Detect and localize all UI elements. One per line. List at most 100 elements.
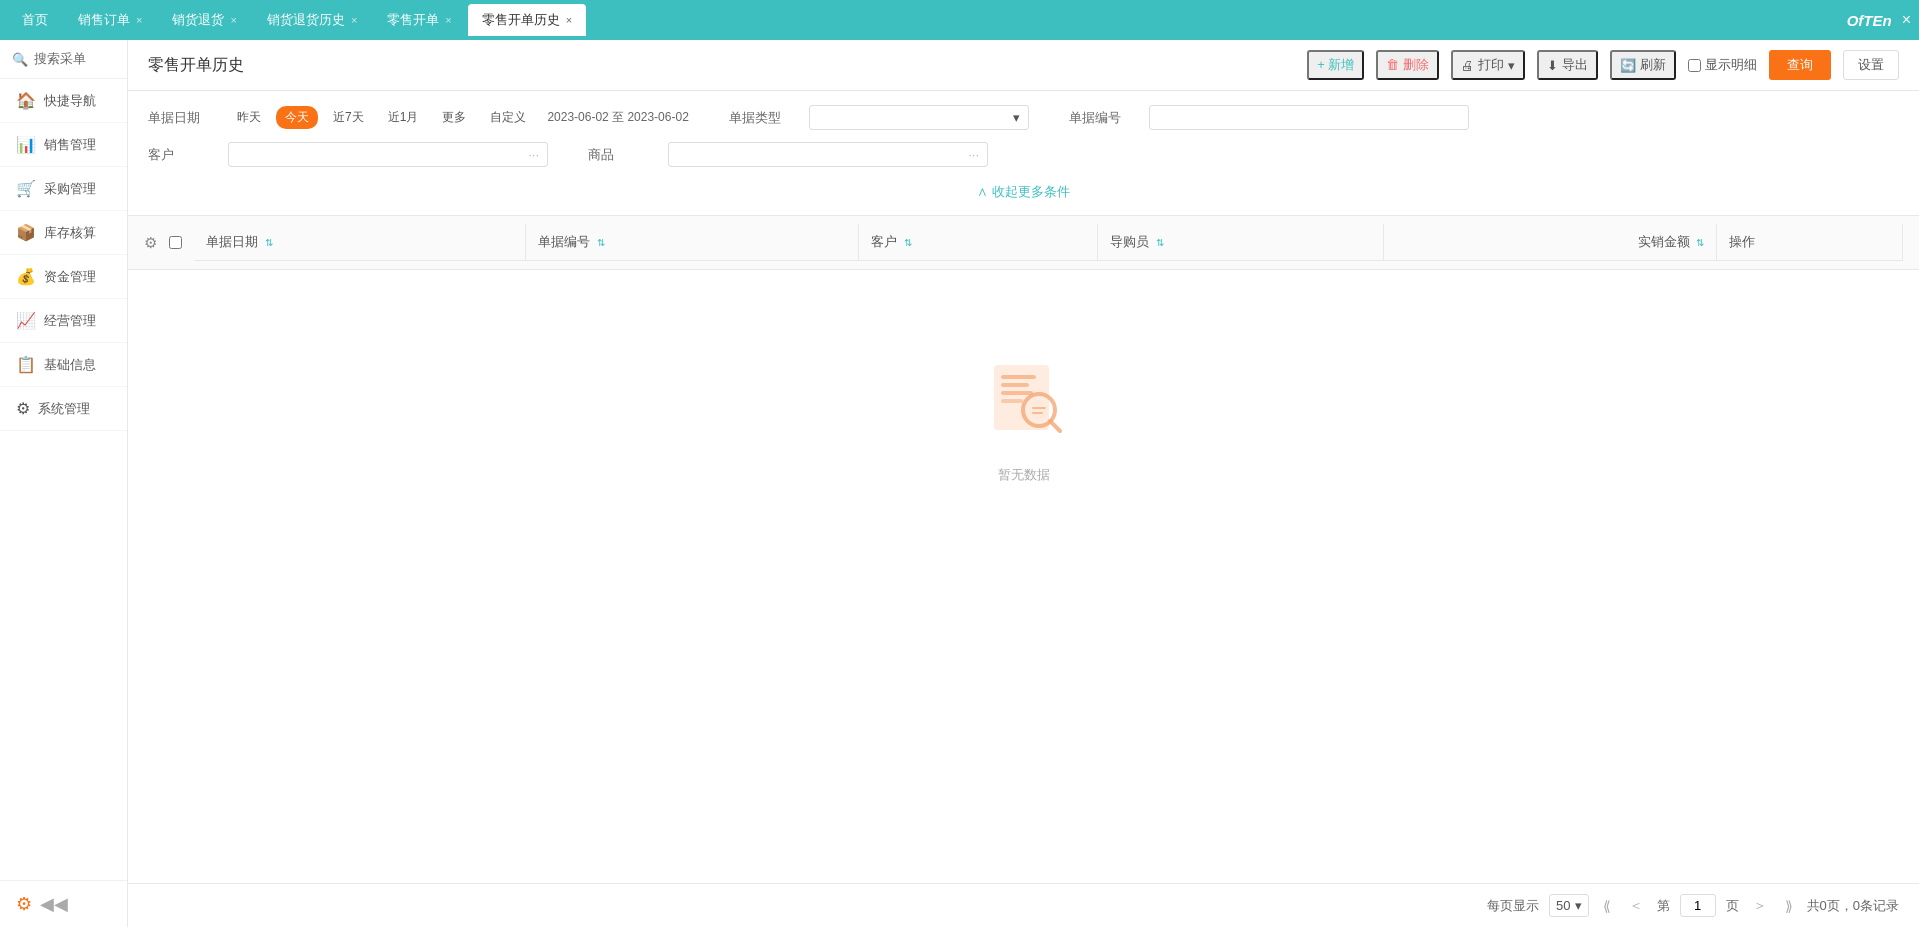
- per-page-dropdown-icon: ▾: [1575, 898, 1582, 913]
- tab-retail-history[interactable]: 零售开单历史 ×: [468, 4, 586, 36]
- export-button[interactable]: ⬇ 导出: [1537, 50, 1598, 80]
- empty-illustration: [974, 350, 1074, 450]
- tab-sales-return-history[interactable]: 销货退货历史 ×: [253, 4, 371, 36]
- toolbar: + 新增 🗑 删除 🖨 打印 ▾ ⬇ 导出 🔄 刷新 显示明细: [1307, 50, 1899, 80]
- customer-input[interactable]: ···: [228, 142, 548, 167]
- th-guide-sort-icon[interactable]: ⇅: [1156, 237, 1164, 248]
- svg-rect-2: [1001, 383, 1029, 387]
- date-btn-more[interactable]: 更多: [433, 106, 475, 129]
- sidebar-item-quick-nav[interactable]: 🏠 快捷导航: [0, 79, 127, 123]
- add-button[interactable]: + 新增: [1307, 50, 1364, 80]
- type-dropdown[interactable]: ▾: [809, 105, 1029, 130]
- th-customer-sort-icon[interactable]: ⇅: [904, 237, 912, 248]
- th-amount: 实销金额 ⇅: [1384, 224, 1717, 261]
- sidebar-item-sales[interactable]: 📊 销售管理: [0, 123, 127, 167]
- display-detail-input[interactable]: [1688, 59, 1701, 72]
- tab-retail-order-close[interactable]: ×: [445, 14, 451, 26]
- svg-rect-3: [1001, 391, 1033, 395]
- top-nav-bar: 首页 销售订单 × 销货退货 × 销货退货历史 × 零售开单 × 零售开单历史 …: [0, 0, 1919, 40]
- goods-input[interactable]: ···: [668, 142, 988, 167]
- query-button[interactable]: 查询: [1769, 50, 1831, 80]
- current-page-input[interactable]: [1680, 894, 1716, 917]
- print-button[interactable]: 🖨 打印 ▾: [1451, 50, 1525, 80]
- table-settings-icon[interactable]: ⚙: [144, 234, 157, 252]
- select-all-checkbox[interactable]: [169, 236, 182, 249]
- tab-retail-order[interactable]: 零售开单 ×: [373, 4, 465, 36]
- pagination-bar: 每页显示 50 ▾ ⟪ ＜ 第 页 ＞ ⟫ 共0页，0条记录: [128, 883, 1919, 927]
- settings-button[interactable]: 设置: [1843, 50, 1899, 80]
- empty-state: 暂无数据: [128, 270, 1919, 564]
- th-date: 单据日期 ⇅: [194, 224, 526, 261]
- print-label: 打印: [1478, 56, 1504, 74]
- page-prev-btn[interactable]: ＜: [1625, 895, 1647, 917]
- search-icon: 🔍: [12, 52, 28, 67]
- tab-sales-return-close[interactable]: ×: [230, 14, 236, 26]
- sidebar-item-purchase[interactable]: 🛒 采购管理: [0, 167, 127, 211]
- tab-sales-order-close[interactable]: ×: [136, 14, 142, 26]
- sidebar-item-basic-info-label: 基础信息: [44, 356, 96, 374]
- th-date-label: 单据日期: [206, 234, 258, 249]
- per-page-select[interactable]: 50 ▾: [1549, 894, 1588, 917]
- th-date-sort-icon[interactable]: ⇅: [265, 237, 273, 248]
- tab-retail-history-label: 零售开单历史: [482, 11, 560, 29]
- page-next-btn[interactable]: ＞: [1749, 895, 1771, 917]
- page-first-btn[interactable]: ⟪: [1599, 896, 1615, 916]
- table-header-bar: ⚙ 单据日期 ⇅ 单据编号 ⇅: [128, 216, 1919, 270]
- sidebar-item-system-label: 系统管理: [38, 400, 90, 418]
- sidebar-gear-icon[interactable]: ⚙: [16, 893, 32, 915]
- tab-sales-return-history-label: 销货退货历史: [267, 11, 345, 29]
- sidebar-item-basic-info[interactable]: 📋 基础信息: [0, 343, 127, 387]
- sidebar-item-system[interactable]: ⚙ 系统管理: [0, 387, 127, 431]
- th-action: 操作: [1717, 224, 1903, 261]
- sidebar-item-inventory[interactable]: 📦 库存核算: [0, 211, 127, 255]
- tab-retail-history-close[interactable]: ×: [566, 14, 572, 26]
- date-range-display: 2023-06-02 至 2023-06-02: [547, 109, 688, 126]
- collapse-button[interactable]: ∧ 收起更多条件: [977, 183, 1070, 201]
- date-btn-today[interactable]: 今天: [276, 106, 318, 129]
- data-table: 单据日期 ⇅ 单据编号 ⇅ 客户 ⇅: [194, 224, 1903, 261]
- th-number: 单据编号 ⇅: [526, 224, 859, 261]
- inventory-icon: 📦: [16, 223, 36, 242]
- number-text-input[interactable]: [1158, 110, 1460, 125]
- refresh-label: 刷新: [1640, 56, 1666, 74]
- number-input[interactable]: [1149, 105, 1469, 130]
- basic-info-icon: 📋: [16, 355, 36, 374]
- tab-sales-order[interactable]: 销售订单 ×: [64, 4, 156, 36]
- print-dropdown-icon: ▾: [1508, 58, 1515, 73]
- tab-sales-return-history-close[interactable]: ×: [351, 14, 357, 26]
- sidebar-item-operations[interactable]: 📈 经营管理: [0, 299, 127, 343]
- svg-point-6: [1029, 400, 1049, 420]
- sidebar-collapse-icon[interactable]: ◀◀: [40, 893, 68, 915]
- th-number-label: 单据编号: [538, 234, 590, 249]
- tab-home[interactable]: 首页: [8, 4, 62, 36]
- refresh-icon: 🔄: [1620, 58, 1636, 73]
- brand-logo: OfTEn: [1847, 12, 1892, 29]
- date-btn-1month[interactable]: 近1月: [379, 106, 428, 129]
- th-amount-sort-icon[interactable]: ⇅: [1696, 237, 1704, 248]
- window-close-btn[interactable]: ×: [1902, 11, 1911, 29]
- delete-button[interactable]: 🗑 删除: [1376, 50, 1439, 80]
- refresh-button[interactable]: 🔄 刷新: [1610, 50, 1676, 80]
- per-page-label: 每页显示: [1487, 897, 1539, 915]
- tab-sales-return-label: 销货退货: [172, 11, 224, 29]
- th-action-label: 操作: [1729, 234, 1755, 249]
- per-page-value: 50: [1556, 898, 1570, 913]
- customer-filter-label: 客户: [148, 146, 208, 164]
- sidebar-search-label: 搜索采单: [34, 50, 86, 68]
- date-btn-yesterday[interactable]: 昨天: [228, 106, 270, 129]
- sidebar-item-finance-label: 资金管理: [44, 268, 96, 286]
- sidebar-item-quick-nav-label: 快捷导航: [44, 92, 96, 110]
- page-last-btn[interactable]: ⟫: [1781, 896, 1797, 916]
- print-icon: 🖨: [1461, 58, 1474, 73]
- sidebar-search[interactable]: 🔍 搜索采单: [0, 40, 127, 79]
- date-btn-7days[interactable]: 近7天: [324, 106, 373, 129]
- sidebar-item-operations-label: 经营管理: [44, 312, 96, 330]
- display-detail-checkbox[interactable]: 显示明细: [1688, 56, 1757, 74]
- th-number-sort-icon[interactable]: ⇅: [597, 237, 605, 248]
- date-shortcuts: 昨天 今天 近7天 近1月 更多 自定义 2023-06-02 至 2023-0…: [228, 106, 689, 129]
- tab-sales-return[interactable]: 销货退货 ×: [158, 4, 250, 36]
- sidebar-item-sales-label: 销售管理: [44, 136, 96, 154]
- empty-text: 暂无数据: [998, 466, 1050, 484]
- sidebar-item-finance[interactable]: 💰 资金管理: [0, 255, 127, 299]
- date-btn-custom[interactable]: 自定义: [481, 106, 535, 129]
